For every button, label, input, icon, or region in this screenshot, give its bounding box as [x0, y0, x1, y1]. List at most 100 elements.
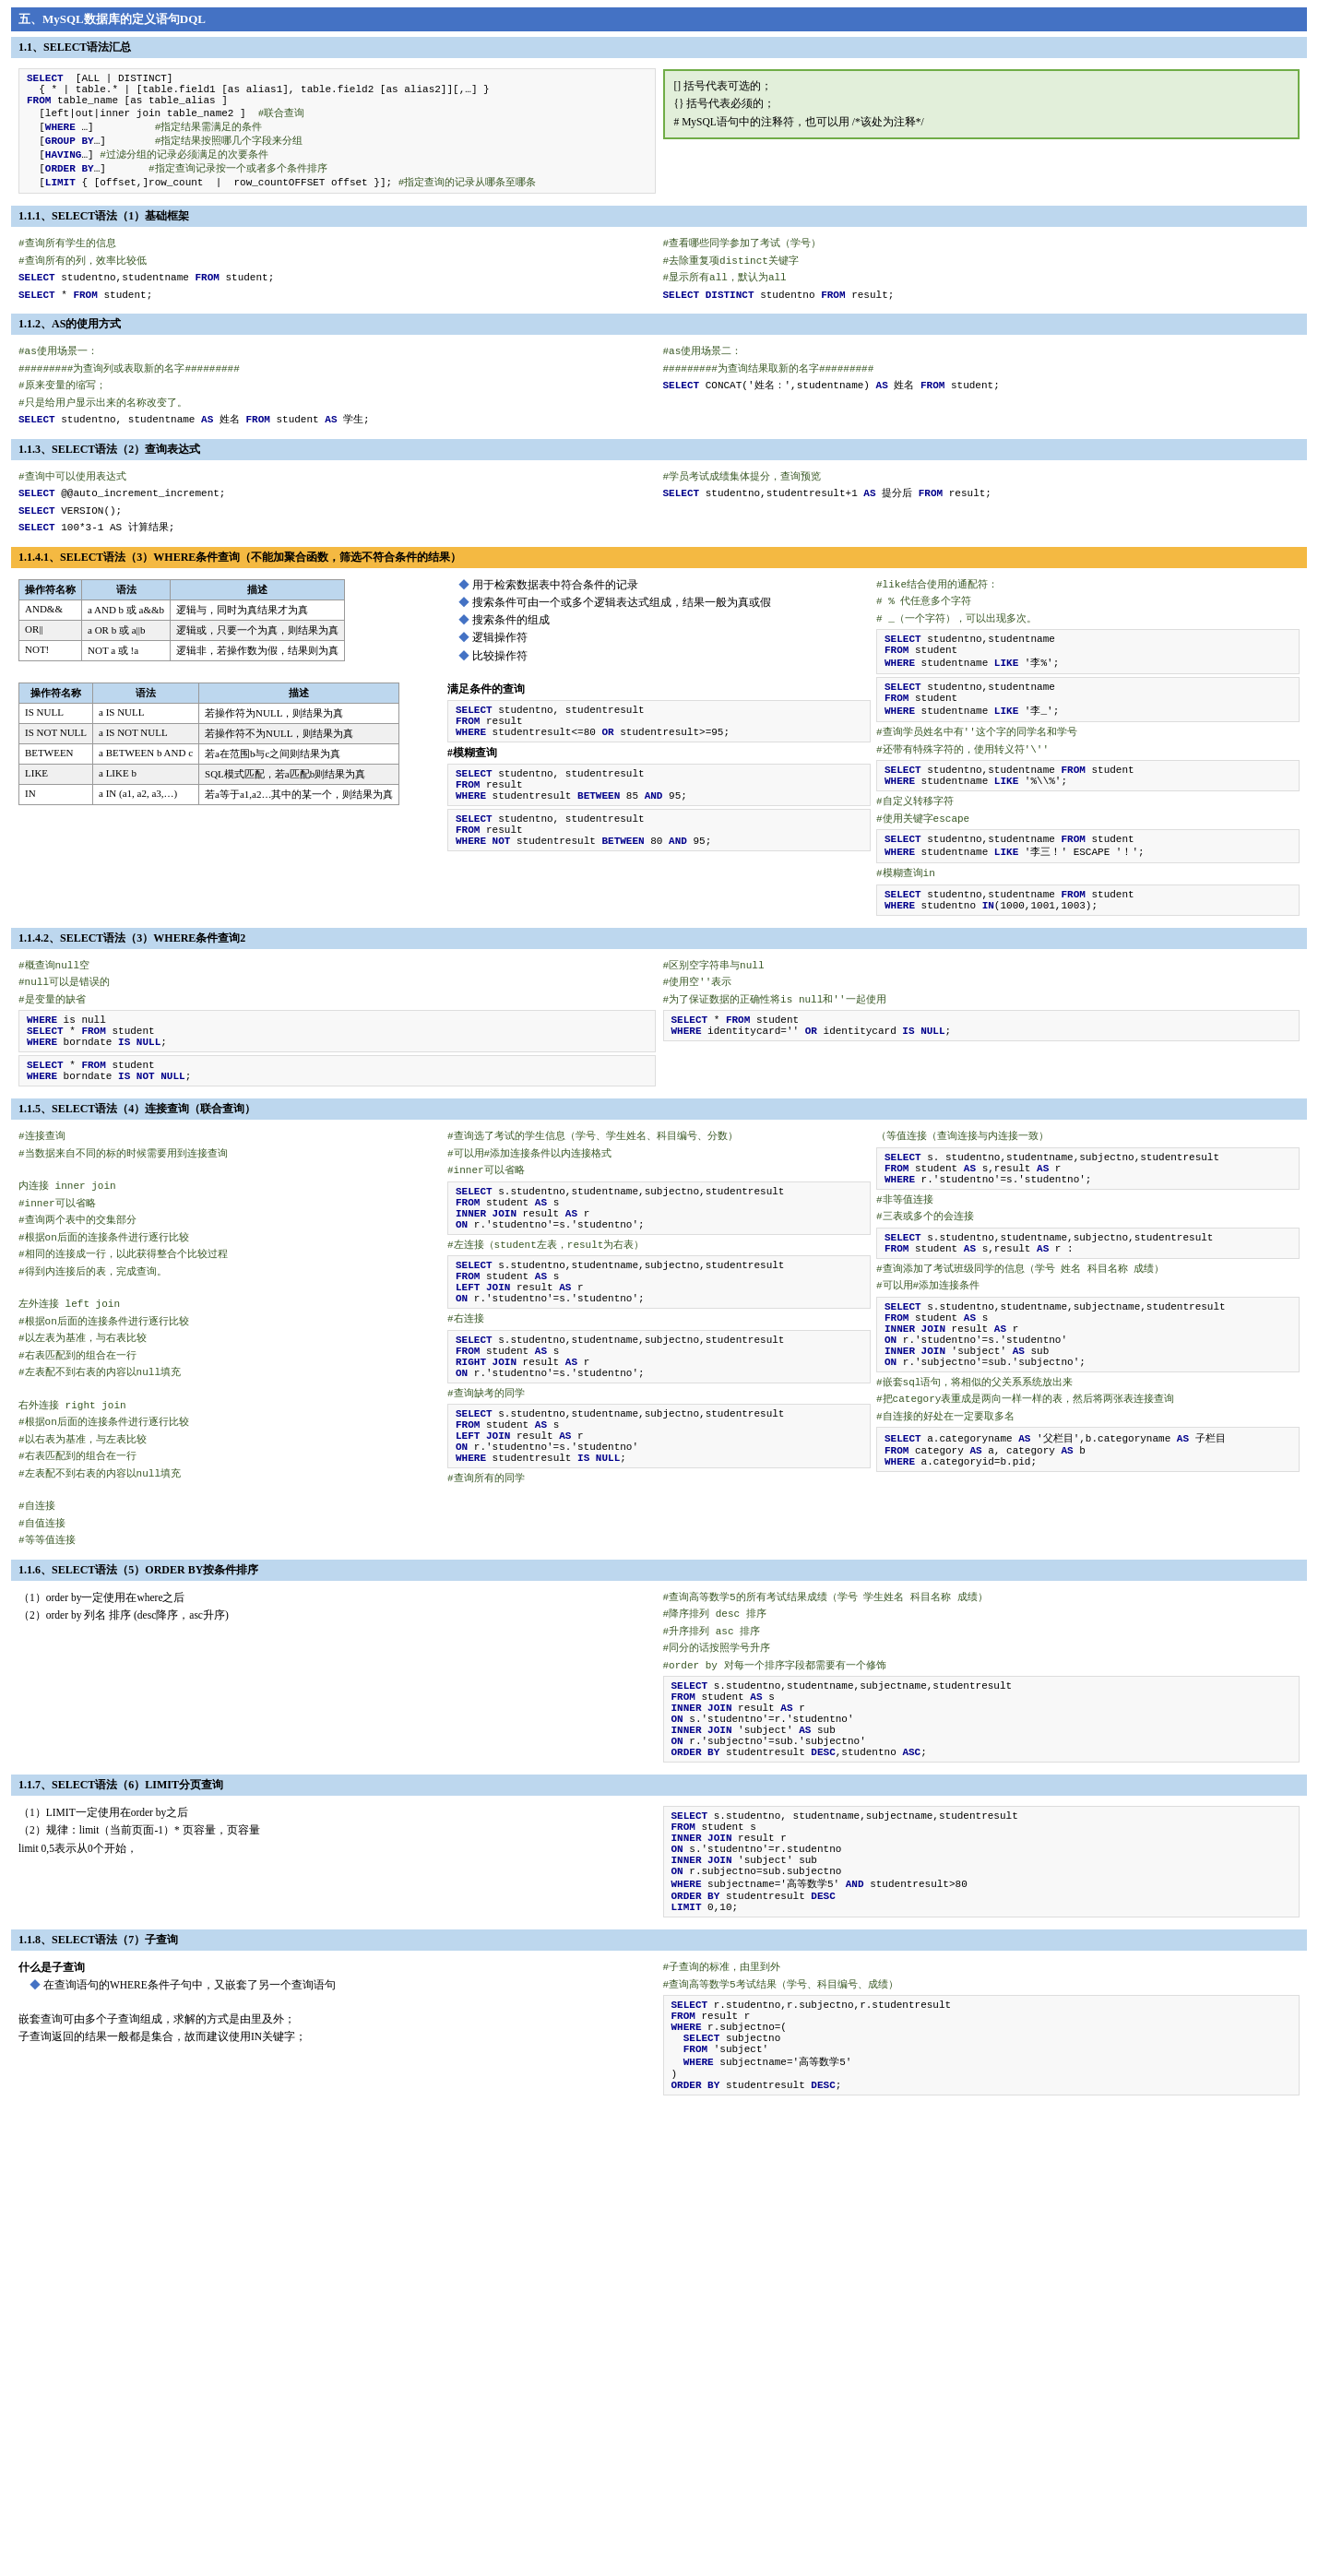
s15-right-col: （等值连接（查询连接与内连接一致） SELECT s. studentno,st… — [876, 1127, 1300, 1550]
null-t2: #null可以是错误的 — [18, 975, 656, 991]
s16-left: （1）order by一定使用在where之后 （2）order by 列名 排… — [18, 1588, 656, 1766]
s18-title-text: 1.1.8、SELECT语法（7）子查询 — [18, 1933, 178, 1946]
where-desc3: 搜索条件的组成 — [458, 612, 871, 628]
where-sql2: SELECT studentno, studentresult FROM res… — [447, 764, 871, 806]
where-sql-title1: 满足条件的查询 — [447, 682, 871, 697]
s12-r-sql: SELECT CONCAT('姓名：',studentname) AS 姓名 F… — [663, 378, 1300, 394]
left-desc: #左连接（student左表，result为右表） — [447, 1238, 871, 1253]
inner-t2: #查询两个表中的交集部分 — [18, 1213, 442, 1229]
op-isnotnull: IS NOT NULL — [19, 723, 93, 743]
table-row: LIKE a LIKE b SQL模式匹配，若a匹配b则结果为真 — [19, 764, 399, 784]
s11-sql-all: SELECT * FROM student; — [18, 288, 656, 303]
s16-header: 1.1.6、SELECT语法（5）ORDER BY按条件排序 — [11, 1560, 1307, 1581]
s17-content: （1）LIMIT一定使用在order by之后 （2）规律：limit（当前页面… — [11, 1799, 1307, 1924]
right-sql: SELECT s.studentno,studentname,subjectno… — [447, 1330, 871, 1383]
order-r1: #查询高等数学5的所有考试结果成绩（学号 学生姓名 科目名称 成绩） — [663, 1590, 1300, 1606]
right-lbl: 右外连接 right join — [18, 1398, 442, 1414]
left-t1: #根据on后面的连接条件进行逐行比较 — [18, 1314, 442, 1330]
left-t2: #以左表为基准，与右表比较 — [18, 1331, 442, 1347]
sub-desc3: 子查询返回的结果一般都是集合，故而建议使用IN关键字； — [18, 2029, 656, 2045]
where-sql3: SELECT studentno, studentresult FROM res… — [447, 809, 871, 851]
right-t1: #根据on后面的连接条件进行逐行比较 — [18, 1415, 442, 1430]
where-desc1: 用于检索数据表中符合条件的记录 — [458, 577, 871, 593]
self-t1: #自值连接 — [18, 1516, 442, 1532]
like-sql3: SELECT studentno,studentname FROM studen… — [876, 760, 1300, 791]
inner-lbl: 内连接 inner join — [18, 1179, 442, 1194]
like-t4: #查询学员姓名中有''这个字的同学名和学号 — [876, 725, 1300, 741]
op-in-syntax: a IN (a1, a2, a3,…) — [93, 784, 199, 804]
null-sql2: SELECT * FROM student WHERE borndate IS … — [18, 1055, 656, 1086]
s15-title-text: 1.1.5、SELECT语法（4）连接查询（联合查询） — [18, 1102, 255, 1115]
join-desc1: #查询选了考试的学生信息（学号、学生姓名、科目编号、分数） — [447, 1129, 871, 1145]
inner-sql: SELECT s.studentno,studentname,subjectno… — [447, 1181, 871, 1235]
s1-syntax-col: SELECT [ALL | DISTINCT] { * | table.* | … — [18, 65, 656, 196]
order-n1: （1）order by一定使用在where之后 — [18, 1590, 656, 1606]
join-t2: #当数据来自不同的标的时候需要用到连接查询 — [18, 1146, 442, 1162]
s1341-middle-col: 用于检索数据表中符合条件的记录 搜索条件可由一个或多个逻辑表达式组成，结果一般为… — [447, 576, 871, 919]
order-n2: （2）order by 列名 排序 (desc降序，asc升序) — [18, 1608, 656, 1623]
op-like: LIKE — [19, 764, 93, 784]
multi-sql: SELECT s.studentno,studentname,subjectno… — [876, 1228, 1300, 1259]
s13-title-text: 1.1.3、SELECT语法（2）查询表达式 — [18, 443, 200, 456]
table-row: NOT! NOT a 或 !a 逻辑非，若操作数为假，结果则为真 — [19, 640, 345, 660]
s11-sql-sel: SELECT studentno,studentname FROM studen… — [18, 270, 656, 286]
like-t6: #自定义转移字符 — [876, 794, 1300, 810]
op-in: IN — [19, 784, 93, 804]
s11-r2: #去除重复项distinct关键字 — [663, 254, 1300, 269]
s13-r-sql: SELECT studentno,studentresult+1 AS 提分后 … — [663, 486, 1300, 502]
miss-sql: SELECT s.studentno,studentname,subjectno… — [447, 1404, 871, 1468]
eq-sql: SELECT s. studentno,studentname,subjectn… — [876, 1147, 1300, 1190]
col2-desc: 描述 — [199, 683, 399, 703]
s1341-header: 1.1.4.1、SELECT语法（3）WHERE条件查询（不能加聚合函数，筛选不… — [11, 547, 1307, 568]
s1342-left: #概查询null空 #null可以是错误的 #是变量的缺省 WHERE is n… — [18, 956, 656, 1090]
like-sql1: SELECT studentno,studentname FROM studen… — [876, 629, 1300, 674]
op-not: NOT! — [19, 640, 82, 660]
s13-left: #查询中可以使用表达式 SELECT @@auto_increment_incr… — [18, 468, 656, 538]
join-desc2: #可以用#添加连接条件以内连接格式 — [447, 1146, 871, 1162]
op-like-syntax: a LIKE b — [93, 764, 199, 784]
order-r2: #降序排列 desc 排序 — [663, 1607, 1300, 1622]
col-desc: 描述 — [171, 579, 345, 599]
section-title-text: 五、MySQL数据库的定义语句DQL — [18, 12, 206, 26]
page: 五、MySQL数据库的定义语句DQL 1.1、SELECT语法汇总 SELECT… — [0, 0, 1318, 2113]
s16-right: #查询高等数学5的所有考试结果成绩（学号 学生姓名 科目名称 成绩） #降序排列… — [663, 1588, 1300, 1766]
s11-r3: #显示所有all，默认为all — [663, 270, 1300, 286]
in-sql1: SELECT studentno,studentname FROM studen… — [876, 884, 1300, 916]
null-r2: #使用空''表示 — [663, 975, 1300, 991]
where-sql1: SELECT studentno, studentresult FROM res… — [447, 700, 871, 742]
null-r-sql: SELECT * FROM student WHERE identitycard… — [663, 1010, 1300, 1041]
s18-header: 1.1.8、SELECT语法（7）子查询 — [11, 1929, 1307, 1951]
s1-content: SELECT [ALL | DISTINCT] { * | table.* | … — [11, 62, 1307, 200]
s12-right: #as使用场景二： #########为查询结果取新的名字######### S… — [663, 342, 1300, 430]
s11-right: #查看哪些同学参加了考试（学号） #去除重复项distinct关键字 #显示所有… — [663, 234, 1300, 304]
null-t1: #概查询null空 — [18, 958, 656, 974]
like-t1: #like结合使用的通配符： — [876, 577, 1300, 593]
s1-title-text: 1.1、SELECT语法汇总 — [18, 41, 131, 53]
s11-title-text: 1.1.1、SELECT语法（1）基础框架 — [18, 209, 189, 222]
main-section-title: 五、MySQL数据库的定义语句DQL — [11, 7, 1307, 31]
order-r5: #order by 对每一个排序字段都需要有一个修饰 — [663, 1658, 1300, 1674]
three-t1: #查询添加了考试班级同学的信息（学号 姓名 科目名称 成绩） — [876, 1262, 1300, 1277]
order-r3: #升序排列 asc 排序 — [663, 1624, 1300, 1640]
s12-l2: #########为查询列或表取新的名字######### — [18, 362, 656, 377]
op-like-desc: SQL模式匹配，若a匹配b则结果为真 — [199, 764, 399, 784]
op-not-desc: 逻辑非，若操作数为假，结果则为真 — [171, 640, 345, 660]
order-sql: SELECT s.studentno,studentname,subjectna… — [663, 1676, 1300, 1763]
s11-left: #查询所有学生的信息 #查询所有的列，效率比较低 SELECT studentn… — [18, 234, 656, 304]
in-t1: #模糊查询in — [876, 866, 1300, 882]
s12-header: 1.1.2、AS的使用方式 — [11, 314, 1307, 335]
op-table-2: 操作符名称 语法 描述 IS NULL a IS NULL 若操作符为NULL，… — [18, 683, 399, 805]
notes-box: [] 括号代表可选的； {} 括号代表必须的； # MySQL语句中的注释符，也… — [663, 69, 1300, 139]
s13-s3: SELECT 100*3-1 AS 计算结果; — [18, 520, 656, 536]
table-row: AND&& a AND b 或 a&&b 逻辑与，同时为真结果才为真 — [19, 599, 345, 620]
s1341-right-col: #like结合使用的通配符： # % 代任意多个字符 # _（一个字符），可以出… — [876, 576, 1300, 919]
nest-t1: #嵌套sql语句，将相似的父关系系统放出来 — [876, 1375, 1300, 1391]
left-t3: #右表匹配到的组合在一行 — [18, 1348, 442, 1364]
sub-sql: SELECT r.studentno,r.subjectno,r.student… — [663, 1995, 1300, 2095]
note1: [] 括号代表可选的； — [674, 78, 1289, 94]
inner-t3: #根据on后面的连接条件进行逐行比较 — [18, 1230, 442, 1246]
sub-r2: #查询高等数学5考试结果（学号、科目编号、成绩） — [663, 1977, 1300, 1993]
order-r4: #同分的话按照学号升序 — [663, 1641, 1300, 1656]
syntax-block: SELECT [ALL | DISTINCT] { * | table.* | … — [18, 68, 656, 194]
s12-l3: #原来变量的缩写； — [18, 378, 656, 394]
